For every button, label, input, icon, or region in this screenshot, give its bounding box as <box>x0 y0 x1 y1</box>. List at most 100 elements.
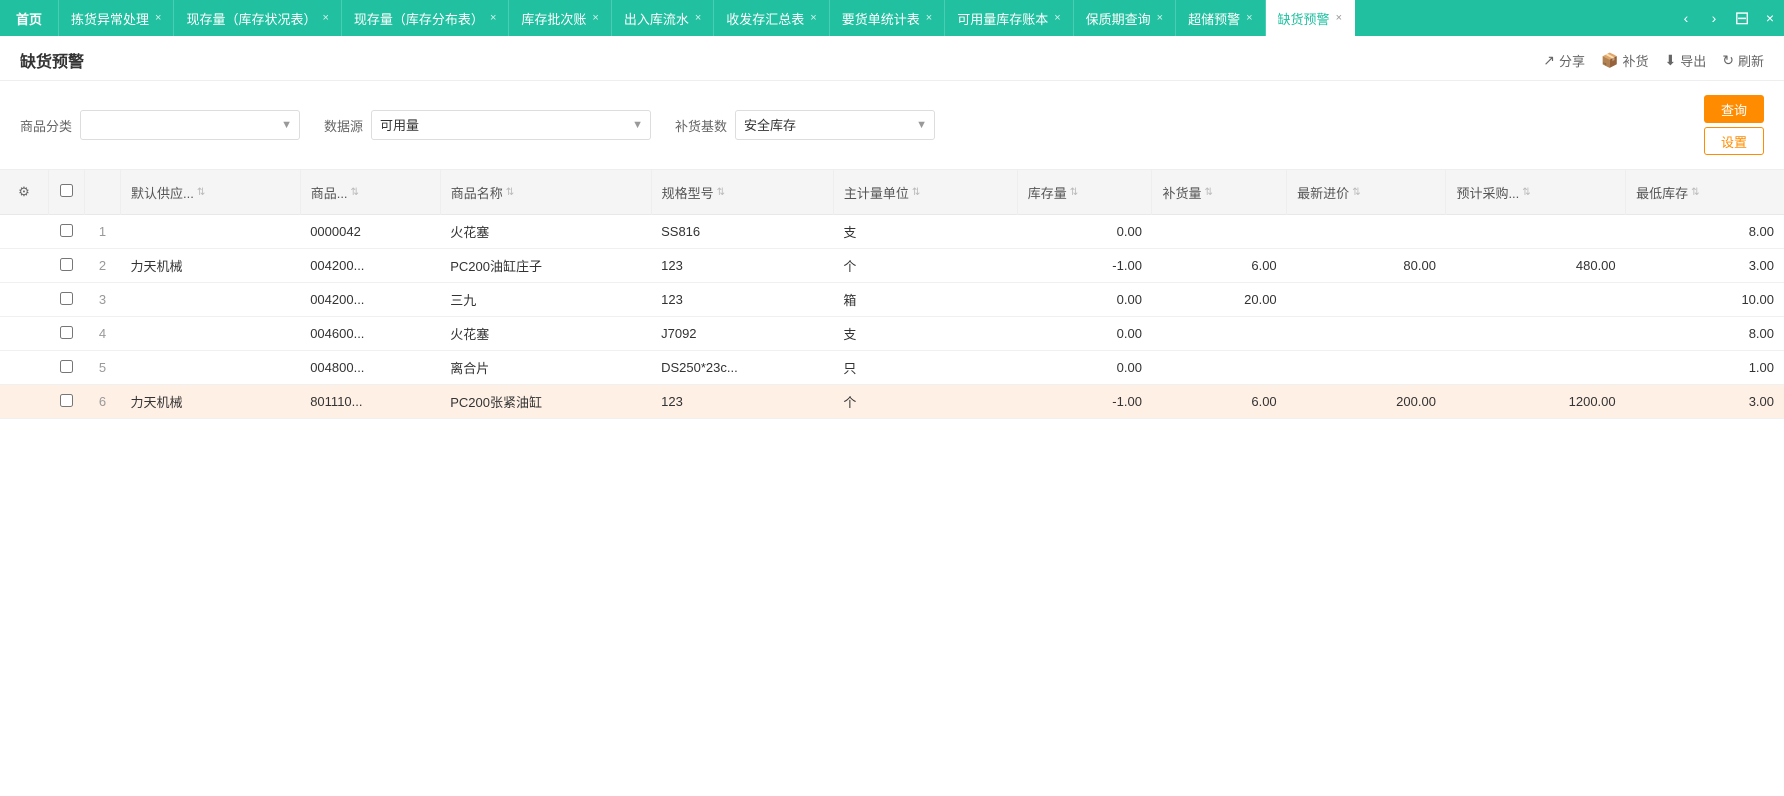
tab-batch[interactable]: 库存批次账 × <box>509 0 611 36</box>
select-all-checkbox[interactable] <box>60 184 73 197</box>
close-tab-overstock[interactable]: × <box>1246 12 1252 24</box>
row-checkbox-4[interactable] <box>60 360 73 373</box>
td-name-2: 三九 <box>440 283 651 317</box>
table-wrapper: ⚙ 默认供应... ⇅ 商品... <box>0 170 1784 419</box>
td-supplier-4 <box>121 351 301 385</box>
tab-home[interactable]: 首页 <box>0 0 59 36</box>
tab-available[interactable]: 可用量库存账本 × <box>945 0 1073 36</box>
sort-stock[interactable]: 库存量 ⇅ <box>1028 183 1078 202</box>
base-select-wrapper: 安全库存 最低库存 ▼ <box>735 110 935 140</box>
tab-close-all-btn[interactable]: × <box>1756 0 1784 36</box>
close-tab-inv-status[interactable]: × <box>322 12 328 24</box>
tab-demand[interactable]: 要货单统计表 × <box>830 0 945 36</box>
td-supplier-3 <box>121 317 301 351</box>
sort-unit[interactable]: 主计量单位 ⇅ <box>844 183 920 202</box>
tab-inventory-dist[interactable]: 现存量（库存分布表） × <box>342 0 509 36</box>
td-restock-1: 6.00 <box>1152 249 1287 283</box>
sort-min-stock-icon: ⇅ <box>1691 187 1699 198</box>
close-tab-batch[interactable]: × <box>592 12 598 24</box>
td-gear-1 <box>0 249 49 283</box>
main-content: 缺货预警 ↗ 分享 📦 补货 ⬇ 导出 ↻ 刷新 商品分类 <box>0 36 1784 796</box>
tab-inventory-status[interactable]: 现存量（库存状况表） × <box>174 0 341 36</box>
th-min-stock: 最低库存 ⇅ <box>1626 170 1784 215</box>
td-name-4: 离合片 <box>440 351 651 385</box>
sort-min-stock[interactable]: 最低库存 ⇅ <box>1636 183 1699 202</box>
td-unit-5: 个 <box>833 385 1017 419</box>
close-tab-available[interactable]: × <box>1054 12 1060 24</box>
td-min-stock-5: 3.00 <box>1626 385 1784 419</box>
sort-est-purchase[interactable]: 预计采购... ⇅ <box>1456 183 1530 202</box>
td-code-1: 004200... <box>300 249 440 283</box>
sort-spec[interactable]: 规格型号 ⇅ <box>662 183 725 202</box>
th-stock: 库存量 ⇅ <box>1017 170 1152 215</box>
row-checkbox-1[interactable] <box>60 258 73 271</box>
close-tab-flow[interactable]: × <box>695 12 701 24</box>
row-checkbox-2[interactable] <box>60 292 73 305</box>
tab-flow[interactable]: 出入库流水 × <box>612 0 714 36</box>
td-latest-price-5: 200.00 <box>1287 385 1446 419</box>
base-select[interactable]: 安全库存 最低库存 <box>735 110 935 140</box>
sort-name[interactable]: 商品名称 ⇅ <box>451 183 514 202</box>
row-checkbox-3[interactable] <box>60 326 73 339</box>
td-code-5: 801110... <box>300 385 440 419</box>
sort-unit-icon: ⇅ <box>912 187 920 198</box>
close-tab-demand[interactable]: × <box>926 12 932 24</box>
td-spec-4: DS250*23c... <box>651 351 833 385</box>
close-tab-summary[interactable]: × <box>810 12 816 24</box>
td-stock-1: -1.00 <box>1017 249 1152 283</box>
sort-est-purchase-icon: ⇅ <box>1522 187 1530 198</box>
datasource-select[interactable]: 可用量 库存量 <box>371 110 651 140</box>
td-check-1 <box>49 249 85 283</box>
td-check-0 <box>49 215 85 249</box>
td-est-purchase-1: 480.00 <box>1446 249 1626 283</box>
close-tab-expiry[interactable]: × <box>1157 12 1163 24</box>
gear-icon[interactable]: ⚙ <box>10 178 38 206</box>
sort-supplier[interactable]: 默认供应... ⇅ <box>131 183 205 202</box>
category-select[interactable] <box>80 110 300 140</box>
td-gear-2 <box>0 283 49 317</box>
tab-prev-btn[interactable]: ‹ <box>1672 0 1700 36</box>
export-icon: ⬇ <box>1665 52 1677 69</box>
td-supplier-1: 力天机械 <box>121 249 301 283</box>
td-est-purchase-3 <box>1446 317 1626 351</box>
td-restock-5: 6.00 <box>1152 385 1287 419</box>
sort-restock[interactable]: 补货量 ⇅ <box>1162 183 1212 202</box>
tab-overstock[interactable]: 超储预警 × <box>1176 0 1265 36</box>
td-unit-3: 支 <box>833 317 1017 351</box>
sort-stock-icon: ⇅ <box>1070 187 1078 198</box>
export-button[interactable]: ⬇ 导出 <box>1665 51 1707 70</box>
td-latest-price-0 <box>1287 215 1446 249</box>
restock-button[interactable]: 📦 补货 <box>1601 51 1648 70</box>
tab-next-btn[interactable]: › <box>1700 0 1728 36</box>
close-tab-inv-dist[interactable]: × <box>490 12 496 24</box>
refresh-icon: ↻ <box>1722 52 1734 69</box>
settings-button[interactable]: 设置 <box>1704 127 1764 155</box>
th-spec: 规格型号 ⇅ <box>651 170 833 215</box>
sort-latest-price[interactable]: 最新进价 ⇅ <box>1297 183 1360 202</box>
td-stock-4: 0.00 <box>1017 351 1152 385</box>
td-spec-2: 123 <box>651 283 833 317</box>
tab-picking[interactable]: 拣货异常处理 × <box>59 0 174 36</box>
tab-summary[interactable]: 收发存汇总表 × <box>714 0 829 36</box>
close-tab-shortage[interactable]: × <box>1336 12 1342 24</box>
td-name-3: 火花塞 <box>440 317 651 351</box>
row-checkbox-5[interactable] <box>60 394 73 407</box>
td-code-3: 004600... <box>300 317 440 351</box>
filter-actions: 查询 设置 <box>1704 95 1764 155</box>
base-filter-group: 补货基数 安全库存 最低库存 ▼ <box>675 110 935 140</box>
td-unit-4: 只 <box>833 351 1017 385</box>
td-gear-0 <box>0 215 49 249</box>
refresh-button[interactable]: ↻ 刷新 <box>1722 51 1764 70</box>
share-button[interactable]: ↗ 分享 <box>1543 51 1585 70</box>
close-tab-picking[interactable]: × <box>155 12 161 24</box>
th-unit: 主计量单位 ⇅ <box>833 170 1017 215</box>
row-checkbox-0[interactable] <box>60 224 73 237</box>
sort-code[interactable]: 商品... ⇅ <box>311 183 359 202</box>
query-button[interactable]: 查询 <box>1704 95 1764 123</box>
td-num-1: 2 <box>85 249 121 283</box>
tab-shortage[interactable]: 缺货预警 × <box>1266 0 1355 36</box>
tab-menu-btn[interactable]: ⊟ <box>1728 0 1756 36</box>
tab-expiry[interactable]: 保质期查询 × <box>1074 0 1176 36</box>
td-gear-3 <box>0 317 49 351</box>
th-restock: 补货量 ⇅ <box>1152 170 1287 215</box>
